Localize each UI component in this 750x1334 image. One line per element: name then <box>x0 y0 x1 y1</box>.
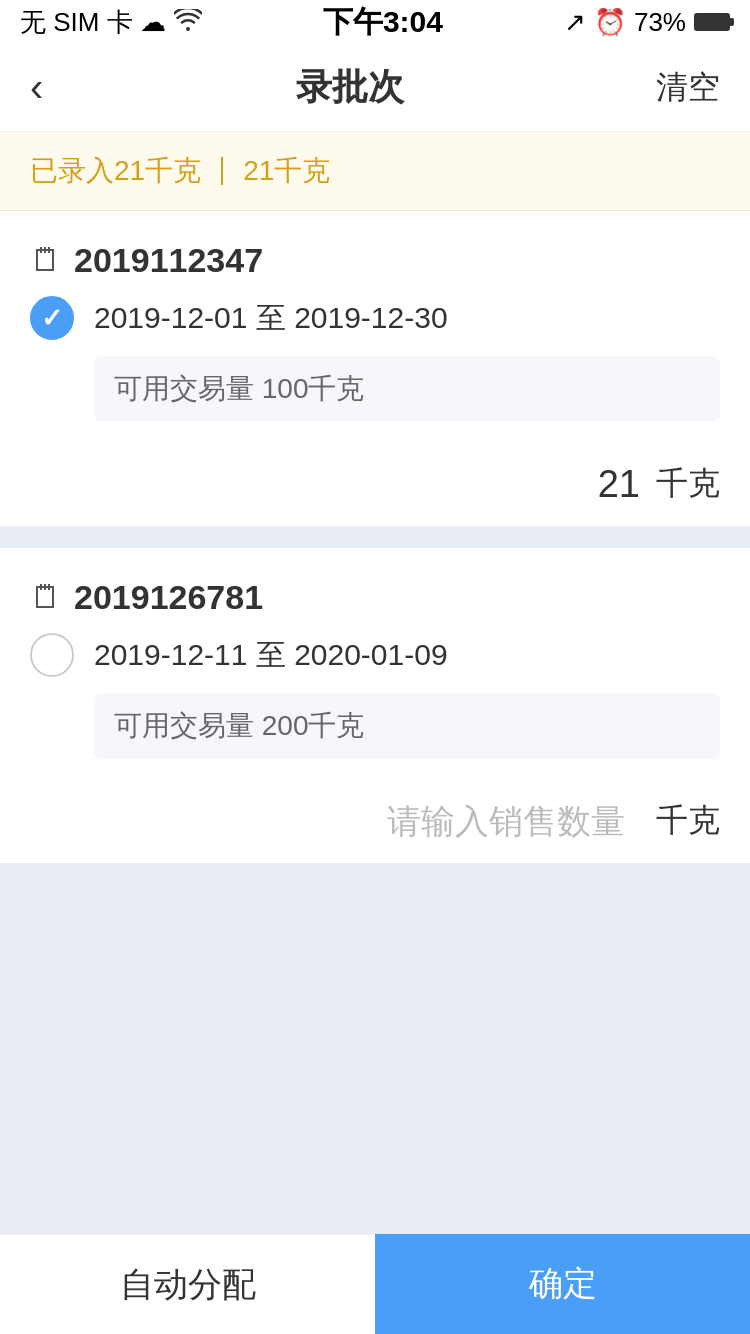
batch1-icon: 🗒 <box>30 242 62 279</box>
batch1-id: 2019112347 <box>74 241 263 280</box>
batch1-available: 可用交易量 100千克 <box>94 356 720 422</box>
batch1-amount-unit: 千克 <box>656 462 720 506</box>
summary-divider <box>221 157 223 185</box>
location-icon: ↗ <box>564 7 586 38</box>
status-left: 无 SIM 卡 ☁ <box>20 5 202 40</box>
page-title: 录批次 <box>296 63 404 112</box>
summary-banner: 已录入21千克 21千克 <box>0 132 750 211</box>
batch2-date-row[interactable]: 2019-12-11 至 2020-01-09 <box>30 633 720 677</box>
batch2-input-row[interactable]: 千克 <box>0 779 750 865</box>
batch2-radio[interactable] <box>30 633 74 677</box>
back-button[interactable]: ‹ <box>30 65 43 110</box>
batch2-date: 2019-12-11 至 2020-01-09 <box>94 635 448 676</box>
wifi-icon <box>174 7 202 38</box>
batch2-qty-input[interactable] <box>30 802 640 841</box>
batch1-date: 2019-12-01 至 2019-12-30 <box>94 298 448 339</box>
batch1-amount-value: 21 <box>598 463 640 506</box>
battery-text: 73% <box>634 7 686 38</box>
battery-icon <box>694 13 730 31</box>
confirm-button[interactable]: 确定 <box>375 1234 750 1334</box>
nav-bar: ‹ 录批次 清空 <box>0 44 750 132</box>
summary-value: 21千克 <box>243 152 330 190</box>
status-bar: 无 SIM 卡 ☁ 下午3:04 ↗ ⏰ 73% <box>0 0 750 44</box>
section-separator <box>0 528 750 548</box>
batch2-card: 🗒 2019126781 2019-12-11 至 2020-01-09 可用交… <box>0 548 750 779</box>
batch2-available: 可用交易量 200千克 <box>94 693 720 759</box>
bottom-bar: 自动分配 确定 <box>0 1234 750 1334</box>
batch1-header: 🗒 2019112347 <box>30 241 720 280</box>
status-time: 下午3:04 <box>323 2 443 43</box>
check-icon: ✓ <box>41 303 63 334</box>
batch2-header: 🗒 2019126781 <box>30 578 720 617</box>
batch2-id: 2019126781 <box>74 578 263 617</box>
batch1-date-row[interactable]: ✓ 2019-12-01 至 2019-12-30 <box>30 296 720 340</box>
clear-button[interactable]: 清空 <box>656 66 720 110</box>
auto-distribute-button[interactable]: 自动分配 <box>0 1234 375 1334</box>
status-right: ↗ ⏰ 73% <box>564 7 730 38</box>
alarm-icon: ⏰ <box>594 7 626 38</box>
batch2-icon: 🗒 <box>30 579 62 616</box>
sim-text: 无 SIM 卡 ☁ <box>20 5 166 40</box>
batch1-radio[interactable]: ✓ <box>30 296 74 340</box>
batch1-amount-row: 21 千克 <box>0 442 750 528</box>
batch2-input-unit: 千克 <box>656 799 720 843</box>
batch1-card: 🗒 2019112347 ✓ 2019-12-01 至 2019-12-30 可… <box>0 211 750 442</box>
summary-label: 已录入21千克 <box>30 152 201 190</box>
